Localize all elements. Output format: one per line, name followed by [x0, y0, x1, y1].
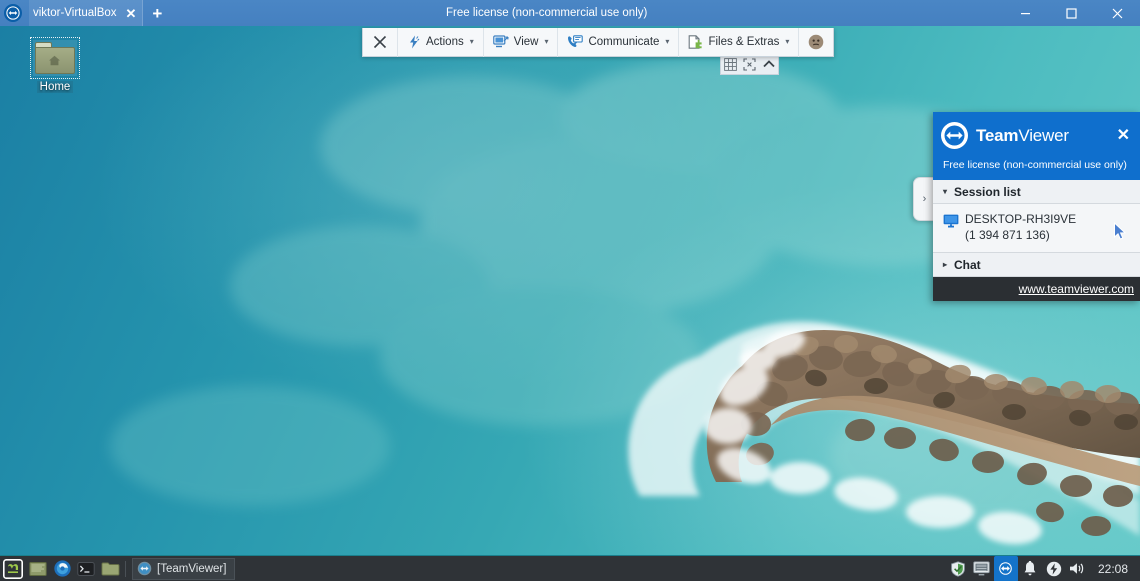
close-icon — [1112, 8, 1122, 18]
window-tab-viktor-virtualbox[interactable]: viktor-VirtualBox ✕ — [29, 0, 144, 26]
minimize-icon — [1020, 12, 1030, 14]
firefox-icon — [53, 560, 71, 577]
terminal-show-desktop-icon — [29, 561, 47, 576]
session-entry-text: DESKTOP-RH3I9VE (1 394 871 136) — [965, 211, 1076, 243]
taskbar-clock[interactable]: 22:08 — [1090, 562, 1132, 576]
panel-title-light: Viewer — [1018, 125, 1069, 145]
panel-header: TeamViewer ✕ — [933, 112, 1140, 159]
chevron-right-icon: ▸ — [943, 260, 948, 270]
desktop-icon-label: Home — [36, 81, 74, 93]
launcher-firefox[interactable] — [50, 556, 74, 581]
toolbar-minibar — [720, 54, 779, 75]
teamviewer-website-link[interactable]: www.teamviewer.com — [1019, 282, 1134, 296]
panel-license-text: Free license (non-commercial use only) — [933, 159, 1140, 180]
taskbar-window-teamviewer[interactable]: [TeamViewer] — [132, 557, 236, 580]
toolbar-user-avatar[interactable] — [799, 28, 833, 57]
section-label: Chat — [954, 257, 981, 272]
toolbar-label: View — [513, 36, 539, 48]
user-avatar-icon — [809, 34, 824, 50]
panel-section-chat[interactable]: ▸ Chat — [933, 253, 1140, 278]
remote-computer-icon — [943, 214, 959, 231]
chevron-down-icon: ▾ — [469, 37, 474, 46]
chevron-down-icon: ▾ — [544, 37, 549, 46]
desktop-icon-home[interactable]: Home — [22, 37, 88, 93]
window-button-label: [TeamViewer] — [157, 562, 227, 575]
teamviewer-side-panel: TeamViewer ✕ Free license (non-commercia… — [933, 112, 1140, 302]
system-tray: 22:08 — [946, 555, 1140, 581]
panel-footer: www.teamviewer.com — [933, 277, 1140, 302]
chevron-down-icon: ▾ — [785, 37, 790, 46]
section-label: Session list — [954, 184, 1021, 199]
panel-collapse-handle[interactable]: › — [913, 177, 935, 221]
close-icon — [373, 35, 387, 49]
mouse-pointer-icon — [1114, 222, 1127, 240]
window-titlebar: viktor-VirtualBox ✕ + Free license (non-… — [0, 0, 1140, 26]
volume-speaker-icon[interactable] — [1066, 556, 1090, 581]
session-list-entry[interactable]: DESKTOP-RH3I9VE (1 394 871 136) — [933, 204, 1140, 254]
session-partner-id: (1 394 871 136) — [965, 228, 1050, 243]
shield-update-icon[interactable] — [946, 556, 970, 581]
teamviewer-logo-icon — [4, 4, 22, 22]
new-tab-button[interactable]: + — [143, 0, 171, 26]
toolbar-menu-files-extras[interactable]: Files & Extras ▾ — [679, 27, 800, 57]
toolbar-label: Files & Extras — [708, 36, 780, 48]
toolbar-label: Communicate — [588, 36, 660, 48]
teamviewer-tray-icon[interactable] — [993, 555, 1018, 581]
tab-label: viktor-VirtualBox — [33, 7, 117, 19]
house-glyph-icon — [49, 55, 60, 66]
chevron-right-icon: › — [922, 193, 927, 205]
toolbar-menu-actions[interactable]: Actions ▾ — [398, 27, 484, 57]
toolbar-menu-view[interactable]: View ▾ — [484, 27, 559, 57]
teamviewer-session-toolbar: Actions ▾ View ▾ Communicate ▾ Files & E… — [362, 27, 835, 57]
power-battery-icon[interactable] — [1042, 556, 1066, 581]
launcher-file-manager[interactable] — [98, 556, 122, 581]
end-session-button[interactable] — [363, 27, 398, 57]
panel-close-button[interactable]: ✕ — [1113, 127, 1134, 144]
phone-chat-icon — [567, 35, 584, 49]
maximize-icon — [1065, 7, 1077, 19]
launcher-show-desktop[interactable] — [26, 556, 50, 581]
display-settings-icon[interactable] — [970, 556, 994, 581]
launcher-terminal[interactable] — [74, 556, 98, 581]
toolbar-label: Actions — [426, 36, 464, 48]
file-puzzle-icon — [688, 35, 703, 49]
panel-section-session-list[interactable]: ▾ Session list — [933, 180, 1140, 204]
tab-close-icon[interactable]: ✕ — [126, 7, 137, 20]
lightning-bolt-icon — [407, 35, 421, 49]
chevron-down-icon: ▾ — [943, 187, 948, 196]
teamviewer-logo-icon — [941, 122, 968, 149]
toolbar-menu-communicate[interactable]: Communicate ▾ — [558, 27, 680, 57]
panel-title-bold: Team — [976, 125, 1019, 145]
minimize-button[interactable] — [1002, 0, 1048, 26]
bell-notification-icon[interactable] — [1018, 556, 1042, 581]
session-computer-name: DESKTOP-RH3I9VE — [965, 212, 1077, 226]
screen: Home viktor-VirtualBox ✕ + Free license … — [0, 0, 1140, 581]
monitor-view-icon — [492, 35, 509, 49]
maximize-button[interactable] — [1048, 0, 1094, 26]
file-manager-icon — [101, 562, 119, 575]
close-button[interactable] — [1094, 0, 1140, 26]
window-title-license: Free license (non-commercial use only) — [446, 7, 648, 19]
home-folder-icon — [30, 37, 80, 79]
terminal-icon — [77, 561, 95, 576]
taskbar: [TeamViewer] 22:08 — [0, 555, 1140, 581]
teamviewer-icon — [137, 561, 152, 576]
linux-mint-menu-icon[interactable] — [0, 556, 26, 581]
panel-title: TeamViewer — [976, 126, 1113, 146]
taskbar-separator — [125, 560, 126, 577]
chevron-down-icon: ▾ — [665, 37, 670, 46]
